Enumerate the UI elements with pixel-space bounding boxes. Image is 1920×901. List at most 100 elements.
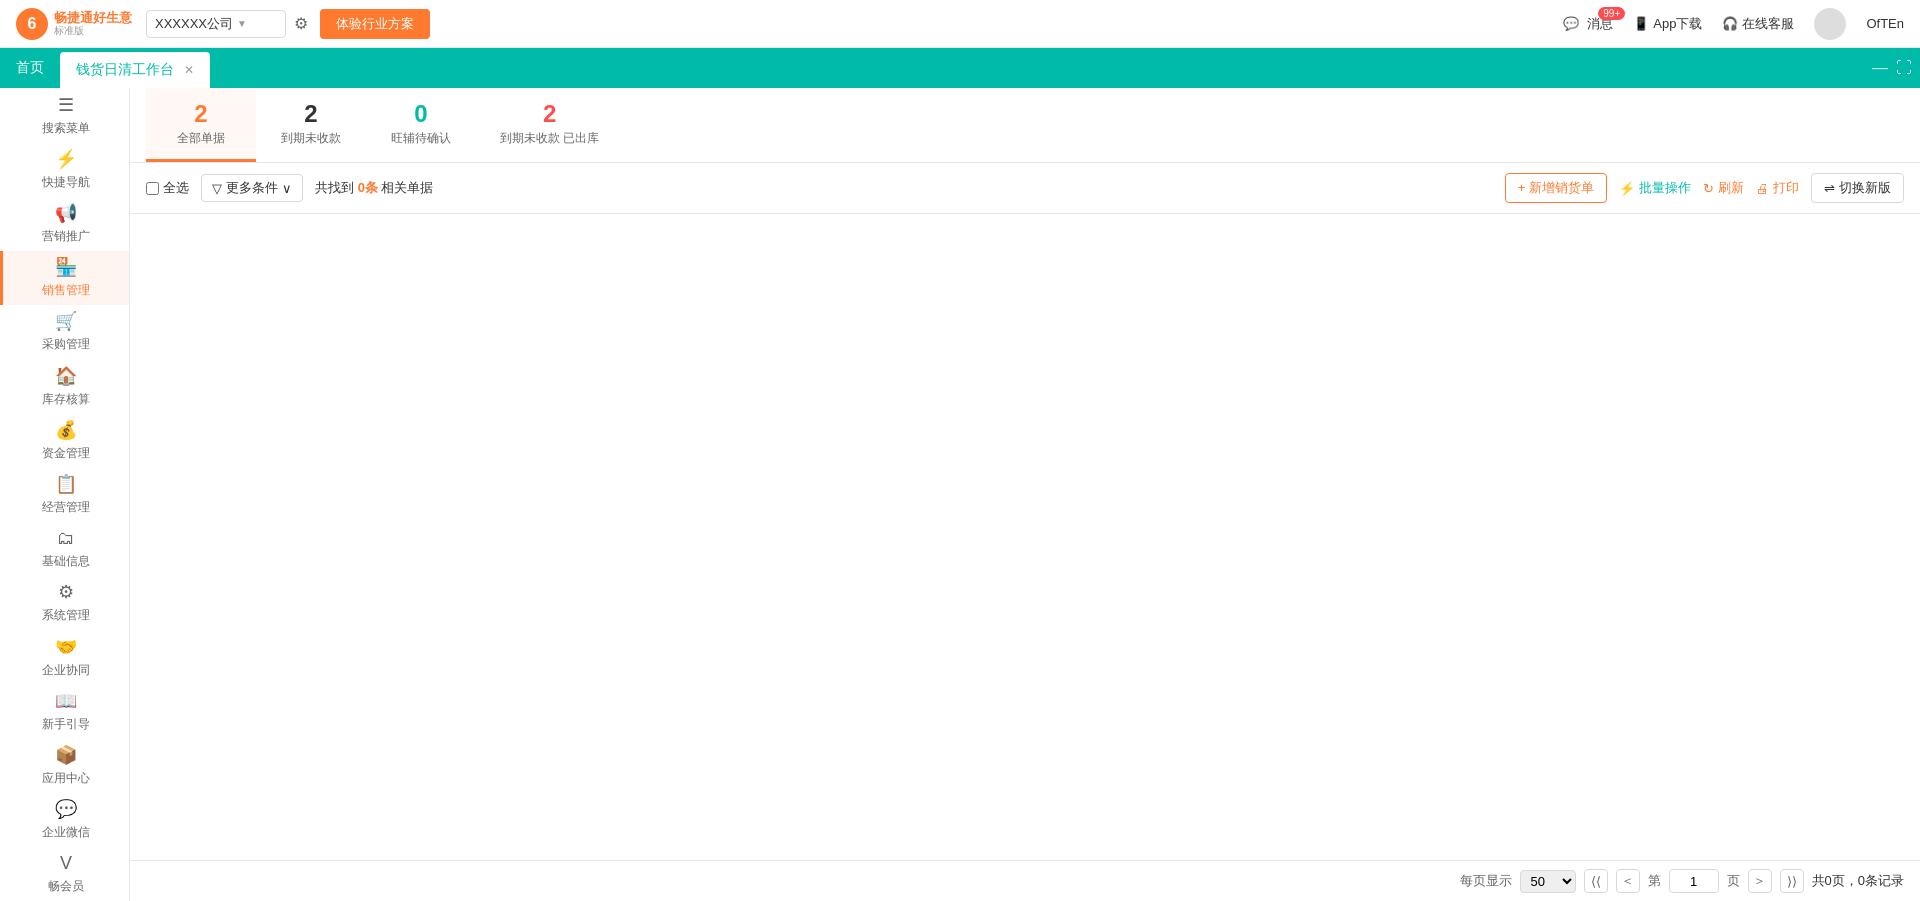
sidebar-item-enterprise[interactable]: 🤝 企业协同	[0, 630, 129, 684]
found-text: 共找到 0条 相关单据	[315, 179, 433, 197]
stats-tabs: 2 全部单据 2 到期未收款 0 旺辅待确认 2 到期未收款 已出库	[130, 88, 1920, 163]
stat-tab-all[interactable]: 2 全部单据	[146, 88, 256, 162]
switch-btn[interactable]: ⇌ 切换新版	[1811, 173, 1904, 203]
print-icon: 🖨	[1756, 181, 1769, 196]
phone-icon: 📱	[1633, 16, 1649, 31]
toolbar-right: + 新增销货单 ⚡ 批量操作 ↻ 刷新 🖨 打印 ⇌ 切换新版	[1505, 173, 1904, 203]
sidebar-item-search[interactable]: ☰ 搜索菜单	[0, 88, 129, 142]
tab-maximize-btn[interactable]: ⛶	[1896, 59, 1912, 77]
stat-tab-overdue[interactable]: 2 到期未收款	[256, 88, 366, 162]
sidebar: ☰ 搜索菜单 ⚡ 快捷导航 📢 营销推广 🏪 销售管理 🛒 采购管理 🏠 库存核…	[0, 88, 130, 901]
finance-icon: 💰	[55, 419, 77, 441]
basics-icon: 🗂	[57, 528, 75, 549]
main-layout: ☰ 搜索菜单 ⚡ 快捷导航 📢 营销推广 🏪 销售管理 🛒 采购管理 🏠 库存核…	[0, 88, 1920, 901]
checkbox-input[interactable]	[146, 182, 159, 195]
operations-icon: 📋	[55, 473, 77, 495]
refresh-btn[interactable]: ↻ 刷新	[1703, 179, 1744, 197]
settings-icon[interactable]: ⚙	[294, 14, 308, 33]
stat-label-wangpu: 旺辅待确认	[391, 130, 451, 147]
sidebar-item-member[interactable]: V 畅会员	[0, 847, 129, 901]
headset-icon: 🎧	[1722, 16, 1738, 31]
wechat-icon: 💬	[55, 798, 77, 820]
experience-btn[interactable]: 体验行业方案	[320, 9, 430, 39]
batch-icon: ⚡	[1619, 181, 1635, 196]
page-input[interactable]	[1669, 869, 1719, 893]
tab-close-icon[interactable]: ✕	[184, 63, 194, 77]
filter-btn[interactable]: ▽ 更多条件 ∨	[201, 174, 303, 202]
sidebar-item-apps[interactable]: 📦 应用中心	[0, 738, 129, 792]
next-page-btn[interactable]: ＞	[1748, 869, 1772, 893]
company-name: XXXXXX公司	[155, 15, 233, 33]
apps-icon: 📦	[55, 744, 77, 766]
stat-num-overdue: 2	[304, 100, 317, 128]
sidebar-item-sales[interactable]: 🏪 销售管理	[0, 251, 129, 305]
stat-num-all: 2	[194, 100, 207, 128]
message-badge: 99+	[1598, 7, 1625, 20]
marketing-icon: 📢	[55, 202, 77, 224]
guide-icon: 📖	[55, 690, 77, 712]
message-icon: 💬	[1563, 16, 1579, 31]
top-header: 6 畅捷通好生意 标准版 XXXXXX公司 ▼ ⚙ 体验行业方案 💬 99+ 消…	[0, 0, 1920, 48]
tab-bar-actions: — ⛶	[1872, 59, 1920, 77]
batch-btn[interactable]: ⚡ 批量操作	[1619, 179, 1691, 197]
filter-chevron-icon: ∨	[282, 181, 292, 196]
member-icon: V	[60, 853, 72, 874]
page-total: 共0页，0条记录	[1812, 872, 1904, 890]
sales-icon: 🏪	[55, 256, 77, 278]
logo-icon: 6	[16, 8, 48, 40]
page-size-select[interactable]: 50 100 200	[1520, 870, 1576, 893]
avatar[interactable]	[1814, 8, 1846, 40]
select-all-checkbox[interactable]: 全选	[146, 179, 189, 197]
last-page-btn[interactable]: ⟩⟩	[1780, 869, 1804, 893]
sidebar-item-finance[interactable]: 💰 资金管理	[0, 413, 129, 467]
system-icon: ⚙	[58, 581, 74, 603]
table-area	[130, 214, 1920, 860]
company-selector[interactable]: XXXXXX公司 ▼	[146, 10, 286, 38]
quick-nav-icon: ⚡	[55, 148, 77, 170]
toolbar: 全选 ▽ 更多条件 ∨ 共找到 0条 相关单据 + 新增销货单 ⚡ 批量操作 ↻…	[130, 163, 1920, 214]
online-service[interactable]: 🎧 在线客服	[1722, 15, 1794, 33]
tab-bar: 首页 钱货日清工作台 ✕ — ⛶	[0, 48, 1920, 88]
found-count: 0条	[358, 180, 378, 195]
prev-page-btn[interactable]: ＜	[1616, 869, 1640, 893]
header-right: 💬 99+ 消息 📱 App下载 🎧 在线客服 OfTEn	[1563, 8, 1904, 40]
search-icon: ☰	[58, 94, 74, 116]
logo-text: 畅捷通好生意 标准版	[54, 10, 132, 38]
logo-sub: 标准版	[54, 25, 132, 37]
logo-main: 畅捷通好生意	[54, 10, 132, 26]
refresh-icon: ↻	[1703, 181, 1714, 196]
tab-work[interactable]: 钱货日清工作台 ✕	[60, 52, 210, 88]
username[interactable]: OfTEn	[1866, 16, 1904, 31]
content-area: 2 全部单据 2 到期未收款 0 旺辅待确认 2 到期未收款 已出库 全选	[130, 88, 1920, 901]
tab-home[interactable]: 首页	[0, 48, 60, 88]
sidebar-item-guide[interactable]: 📖 新手引导	[0, 684, 129, 738]
message-item[interactable]: 💬 99+ 消息	[1563, 15, 1613, 33]
sidebar-item-operations[interactable]: 📋 经营管理	[0, 467, 129, 521]
stat-num-wangpu: 0	[414, 100, 427, 128]
sidebar-item-purchase[interactable]: 🛒 采购管理	[0, 305, 129, 359]
enterprise-icon: 🤝	[55, 636, 77, 658]
filter-icon: ▽	[212, 181, 222, 196]
purchase-icon: 🛒	[55, 310, 77, 332]
sidebar-item-inventory[interactable]: 🏠 库存核算	[0, 359, 129, 413]
sidebar-item-marketing[interactable]: 📢 营销推广	[0, 196, 129, 250]
stat-tab-wangpu[interactable]: 0 旺辅待确认	[366, 88, 476, 162]
tab-minimize-btn[interactable]: —	[1872, 59, 1888, 77]
pagination-bar: 每页显示 50 100 200 ⟨⟨ ＜ 第 页 ＞ ⟩⟩ 共0页，0条记录	[130, 860, 1920, 901]
chevron-down-icon: ▼	[237, 18, 247, 29]
stat-tab-shipped[interactable]: 2 到期未收款 已出库	[476, 88, 623, 162]
logo-area: 6 畅捷通好生意 标准版	[16, 8, 146, 40]
page-size-label: 每页显示	[1460, 872, 1512, 890]
sidebar-item-wechat[interactable]: 💬 企业微信	[0, 793, 129, 847]
sidebar-item-basics[interactable]: 🗂 基础信息	[0, 522, 129, 576]
first-page-btn[interactable]: ⟨⟨	[1584, 869, 1608, 893]
stat-label-all: 全部单据	[177, 130, 225, 147]
sidebar-item-quick-nav[interactable]: ⚡ 快捷导航	[0, 142, 129, 196]
app-download[interactable]: 📱 App下载	[1633, 15, 1702, 33]
print-btn[interactable]: 🖨 打印	[1756, 179, 1799, 197]
stat-label-shipped: 到期未收款 已出库	[500, 130, 599, 147]
switch-icon: ⇌	[1824, 181, 1835, 196]
inventory-icon: 🏠	[55, 365, 77, 387]
sidebar-item-system[interactable]: ⚙ 系统管理	[0, 576, 129, 630]
add-sales-btn[interactable]: + 新增销货单	[1505, 173, 1607, 203]
